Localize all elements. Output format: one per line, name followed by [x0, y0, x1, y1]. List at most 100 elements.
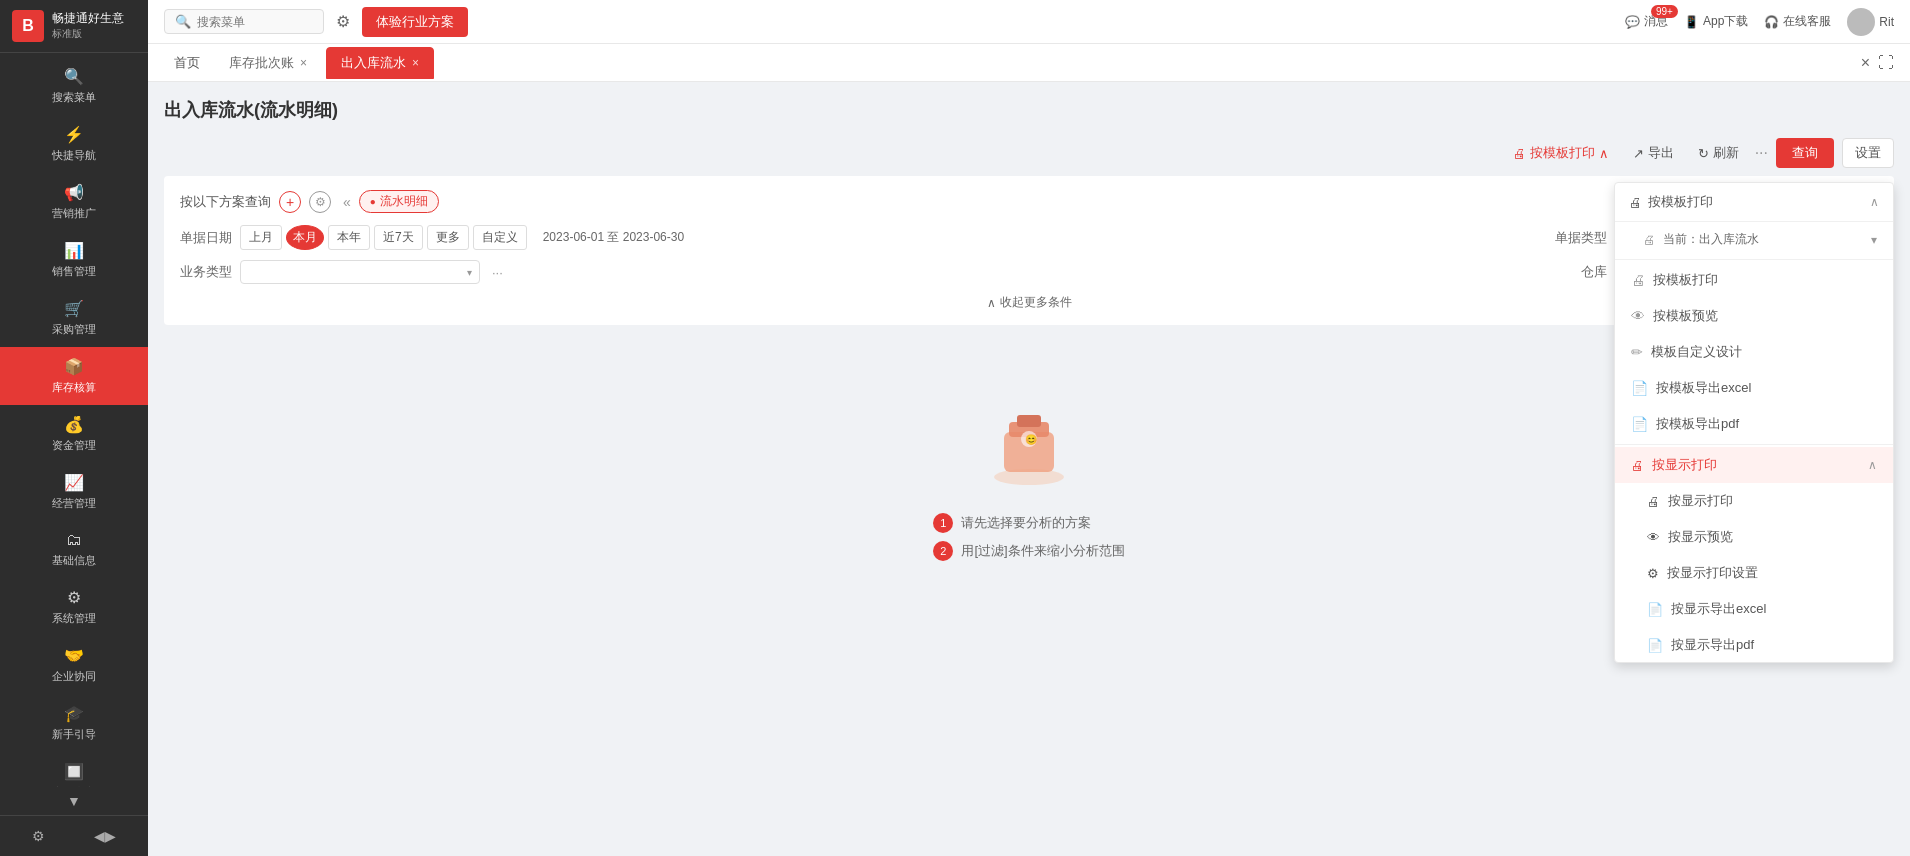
refresh-btn[interactable]: ↻ 刷新 [1690, 140, 1747, 166]
divider-2 [1615, 444, 1893, 445]
app-name: 畅捷通好生意 [52, 11, 124, 27]
date-btn-7days[interactable]: 近7天 [374, 225, 423, 250]
current-expand-icon: ▾ [1871, 233, 1877, 247]
eye-icon: 👁 [1631, 308, 1645, 324]
sidebar-item-inventory[interactable]: 📦 库存核算 [0, 347, 148, 405]
print-template-btn[interactable]: 🖨 按模板打印 ∧ [1505, 140, 1617, 166]
date-btn-last-month[interactable]: 上月 [240, 225, 282, 250]
megaphone-icon: 📢 [64, 183, 84, 202]
message-btn[interactable]: 💬 消息 99+ [1625, 13, 1668, 30]
group-label: 按显示打印 [1652, 456, 1717, 474]
sidebar-item-purchase[interactable]: 🛒 采购管理 [0, 289, 148, 347]
biz-more-btn[interactable]: ··· [492, 265, 503, 280]
dropdown-item-template-pdf[interactable]: 📄 按模板导出pdf [1615, 406, 1893, 442]
main-content: 🔍 ⚙ 体验行业方案 💬 消息 99+ 📱 App下载 🎧 在线客服 [148, 0, 1910, 856]
toolbar-more[interactable]: ··· [1755, 144, 1768, 162]
topbar-search-wrap: 🔍 [164, 9, 324, 34]
sidebar-item-quick-nav[interactable]: ⚡ 快捷导航 [0, 115, 148, 173]
cart-icon: 🛒 [64, 299, 84, 318]
current-template-label: 当前：出入库流水 [1663, 231, 1759, 248]
app-download-btn[interactable]: 📱 App下载 [1684, 13, 1748, 30]
sidebar-settings-btn[interactable]: ⚙ [28, 824, 49, 848]
dropdown-scroll: 🖨 当前：出入库流水 ▾ 🖨 按模板打印 👁 按模板预览 [1615, 222, 1893, 662]
tab-inventory-batch[interactable]: 库存批次账 × [214, 47, 322, 79]
topbar-right: 💬 消息 99+ 📱 App下载 🎧 在线客服 Rit [1625, 8, 1894, 36]
dropdown-sub-item-display-print[interactable]: 🖨 按显示打印 [1615, 483, 1893, 519]
dropdown-item-template-print[interactable]: 🖨 按模板打印 [1615, 262, 1893, 298]
sidebar-item-search[interactable]: 🔍 搜索菜单 [0, 57, 148, 115]
export-btn[interactable]: ↗ 导出 [1625, 140, 1682, 166]
tab-label: 库存批次账 [229, 54, 294, 72]
item-label: 按模板导出pdf [1656, 415, 1739, 433]
date-btn-current-month[interactable]: 本月 [286, 225, 324, 250]
date-btn-current-year[interactable]: 本年 [328, 225, 370, 250]
print-btn-label: 按模板打印 [1530, 144, 1595, 162]
sidebar-item-basic[interactable]: 🗂 基础信息 [0, 521, 148, 578]
dropdown-sub-item-display-pdf[interactable]: 📄 按显示导出pdf [1615, 627, 1893, 662]
date-filter: 单据日期 上月 本月 本年 近7天 更多 自定义 2023-06-01 至 20… [180, 225, 684, 250]
dropdown-item-template-design[interactable]: ✏ 模板自定义设计 [1615, 334, 1893, 370]
filter-add-btn[interactable]: + [279, 191, 301, 213]
dropdown-chevron-up[interactable]: ∧ [1870, 195, 1879, 209]
tab-stock-flow[interactable]: 出入库流水 × [326, 47, 434, 79]
sidebar-item-system[interactable]: ⚙ 系统管理 [0, 578, 148, 636]
app-version: 标准版 [52, 27, 124, 41]
group-chevron-icon: ∧ [1868, 458, 1877, 472]
dropdown-item-template-preview[interactable]: 👁 按模板预览 [1615, 298, 1893, 334]
dropdown-item-template-excel[interactable]: 📄 按模板导出excel [1615, 370, 1893, 406]
filter-collapse-icon[interactable]: « [343, 194, 351, 210]
page-content: 出入库流水(流水明细) 🖨 按模板打印 ∧ ↗ 导出 ↻ 刷新 ··· 查询 [148, 82, 1910, 856]
date-btn-custom[interactable]: 自定义 [473, 225, 527, 250]
sidebar-collapse-btn[interactable]: ◀▶ [90, 824, 120, 848]
export-btn-label: 导出 [1648, 144, 1674, 162]
setting-btn[interactable]: 设置 [1842, 138, 1894, 168]
dropdown-sub-item-display-settings[interactable]: ⚙ 按显示打印设置 [1615, 555, 1893, 591]
settings-icon[interactable]: ⚙ [336, 12, 350, 31]
pdf-sub-icon: 📄 [1647, 638, 1663, 653]
sidebar-item-label: 营销推广 [52, 206, 96, 221]
sidebar-item-marketing[interactable]: 📢 营销推广 [0, 173, 148, 231]
collapse-label: 收起更多条件 [1000, 294, 1072, 311]
online-service-btn[interactable]: 🎧 在线客服 [1764, 13, 1831, 30]
online-service-label: 在线客服 [1783, 13, 1831, 30]
gear-sub-icon: ⚙ [1647, 566, 1659, 581]
user-avatar-btn[interactable]: Rit [1847, 8, 1894, 36]
dropdown-group-display[interactable]: 🖨 按显示打印 ∧ [1615, 447, 1893, 483]
industry-btn[interactable]: 体验行业方案 [362, 7, 468, 37]
box-icon: 📦 [64, 357, 84, 376]
dropdown-header: 🖨 按模板打印 ∧ [1615, 183, 1893, 222]
eye-sub-icon: 👁 [1647, 530, 1660, 545]
item-label: 按模板导出excel [1656, 379, 1751, 397]
gear-icon: ⚙ [67, 588, 81, 607]
date-label: 单据日期 [180, 229, 232, 247]
toolbar: 🖨 按模板打印 ∧ ↗ 导出 ↻ 刷新 ··· 查询 设置 [164, 138, 1894, 168]
tab-close-btn[interactable]: × [300, 56, 307, 70]
search-input[interactable] [197, 15, 297, 29]
item-label: 按模板预览 [1653, 307, 1718, 325]
tab-active-close-btn[interactable]: × [412, 56, 419, 70]
dropdown-sub-item-display-excel[interactable]: 📄 按显示导出excel [1615, 591, 1893, 627]
dropdown-title-label: 按模板打印 [1648, 193, 1713, 211]
sidebar-item-enterprise[interactable]: 🤝 企业协同 [0, 636, 148, 694]
sidebar-item-guide[interactable]: 🎓 新手引导 [0, 694, 148, 752]
sidebar-item-apps[interactable]: 🔲 应用中心 [0, 752, 148, 787]
app-logo: B 畅捷通好生意 标准版 [0, 0, 148, 53]
item-label: 按模板打印 [1653, 271, 1718, 289]
excel-icon: 📄 [1631, 380, 1648, 396]
query-btn[interactable]: 查询 [1776, 138, 1834, 168]
sidebar-item-operations[interactable]: 📈 经营管理 [0, 463, 148, 521]
window-close-btn[interactable]: × [1861, 54, 1870, 72]
print-dropdown-panel: 🖨 按模板打印 ∧ 🖨 当前：出入库流水 ▾ 🖨 [1614, 182, 1894, 663]
biz-type-select[interactable] [240, 260, 480, 284]
window-maximize-btn[interactable]: ⛶ [1878, 54, 1894, 72]
printer-icon: 🖨 [1513, 146, 1526, 161]
sidebar-item-sales[interactable]: 📊 销售管理 [0, 231, 148, 289]
dropdown-sub-item-display-preview[interactable]: 👁 按显示预览 [1615, 519, 1893, 555]
date-btn-more[interactable]: 更多 [427, 225, 469, 250]
filter-setting-btn[interactable]: ⚙ [309, 191, 331, 213]
sidebar-item-finance[interactable]: 💰 资金管理 [0, 405, 148, 463]
empty-illustration: 😊 [979, 397, 1079, 497]
scroll-down-btn[interactable]: ▼ [67, 793, 81, 809]
tab-home[interactable]: 首页 [164, 48, 210, 78]
biz-type-select-wrap: ▾ [240, 260, 480, 284]
